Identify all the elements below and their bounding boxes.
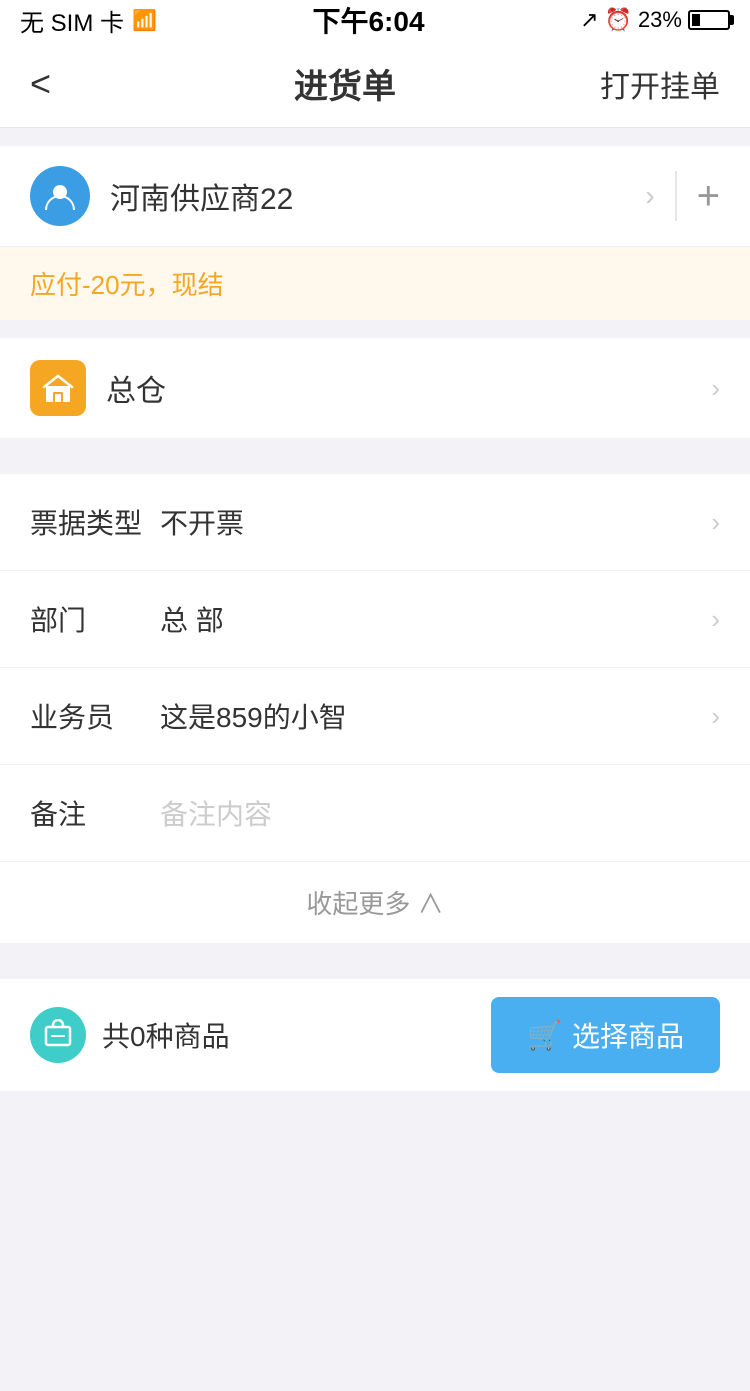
status-left: 无 SIM 卡 📶 <box>20 3 157 38</box>
warehouse-name: 总仓 <box>106 366 711 410</box>
open-pending-button[interactable]: 打开挂单 <box>600 62 720 106</box>
product-count-text: 共0种商品 <box>102 1015 230 1055</box>
section-gap-4 <box>0 943 750 961</box>
supplier-name: 河南供应商22 <box>110 174 645 218</box>
carrier-text: 无 SIM 卡 <box>20 3 124 38</box>
page-background <box>0 1091 750 1391</box>
cart-icon: 🛒 <box>527 1019 562 1052</box>
department-row[interactable]: 部门 总 部 › <box>0 571 750 668</box>
invoice-type-label: 票据类型 <box>30 502 160 542</box>
bottom-bar: 共0种商品 🛒 选择商品 <box>0 979 750 1091</box>
nav-bar: < 进货单 打开挂单 <box>0 40 750 128</box>
battery-percent: 23% <box>638 7 682 33</box>
collapse-label: 收起更多 ∧ <box>306 884 443 921</box>
location-icon: ↗ <box>580 7 598 33</box>
invoice-type-value: 不开票 <box>160 502 701 542</box>
salesperson-label: 业务员 <box>30 696 160 736</box>
warehouse-chevron-icon: › <box>711 373 720 404</box>
battery-icon <box>688 10 730 30</box>
product-count-wrapper: 共0种商品 <box>30 1007 230 1063</box>
time-display: 下午6:04 <box>312 0 424 40</box>
section-gap-3 <box>0 438 750 456</box>
invoice-type-row[interactable]: 票据类型 不开票 › <box>0 474 750 571</box>
warehouse-icon <box>30 360 86 416</box>
section-gap-1 <box>0 128 750 146</box>
remark-label: 备注 <box>30 793 160 833</box>
select-product-label: 选择商品 <box>572 1015 684 1055</box>
supplier-row[interactable]: 河南供应商22 › + <box>0 146 750 247</box>
department-chevron-icon: › <box>711 604 720 635</box>
supplier-divider <box>675 171 677 221</box>
back-button[interactable]: < <box>30 63 90 105</box>
supplier-avatar <box>30 166 90 226</box>
notice-bar: 应付-20元，现结 <box>0 247 750 320</box>
select-product-button[interactable]: 🛒 选择商品 <box>491 997 720 1073</box>
form-section: 票据类型 不开票 › 部门 总 部 › 业务员 这是859的小智 › 备注 备注… <box>0 474 750 861</box>
salesperson-value: 这是859的小智 <box>160 696 701 736</box>
alarm-icon: ⏰ <box>605 7 632 33</box>
warehouse-card: 总仓 › <box>0 338 750 438</box>
section-gap-2 <box>0 320 750 338</box>
remark-input[interactable]: 备注内容 <box>160 793 720 833</box>
collapse-bar[interactable]: 收起更多 ∧ <box>0 861 750 943</box>
remark-row[interactable]: 备注 备注内容 <box>0 765 750 861</box>
product-icon <box>30 1007 86 1063</box>
wifi-icon: 📶 <box>132 8 157 33</box>
add-supplier-button[interactable]: + <box>697 176 720 216</box>
page-title: 进货单 <box>294 59 396 108</box>
supplier-chevron-icon: › <box>645 180 654 212</box>
salesperson-chevron-icon: › <box>711 701 720 732</box>
notice-text: 应付-20元，现结 <box>30 270 224 300</box>
warehouse-row[interactable]: 总仓 › <box>0 338 750 438</box>
status-bar: 无 SIM 卡 📶 下午6:04 ↗ ⏰ 23% <box>0 0 750 40</box>
department-value: 总 部 <box>160 599 701 639</box>
department-label: 部门 <box>30 599 160 639</box>
invoice-type-chevron-icon: › <box>711 507 720 538</box>
salesperson-row[interactable]: 业务员 这是859的小智 › <box>0 668 750 765</box>
status-right: ↗ ⏰ 23% <box>580 7 730 33</box>
supplier-card: 河南供应商22 › + 应付-20元，现结 <box>0 146 750 320</box>
